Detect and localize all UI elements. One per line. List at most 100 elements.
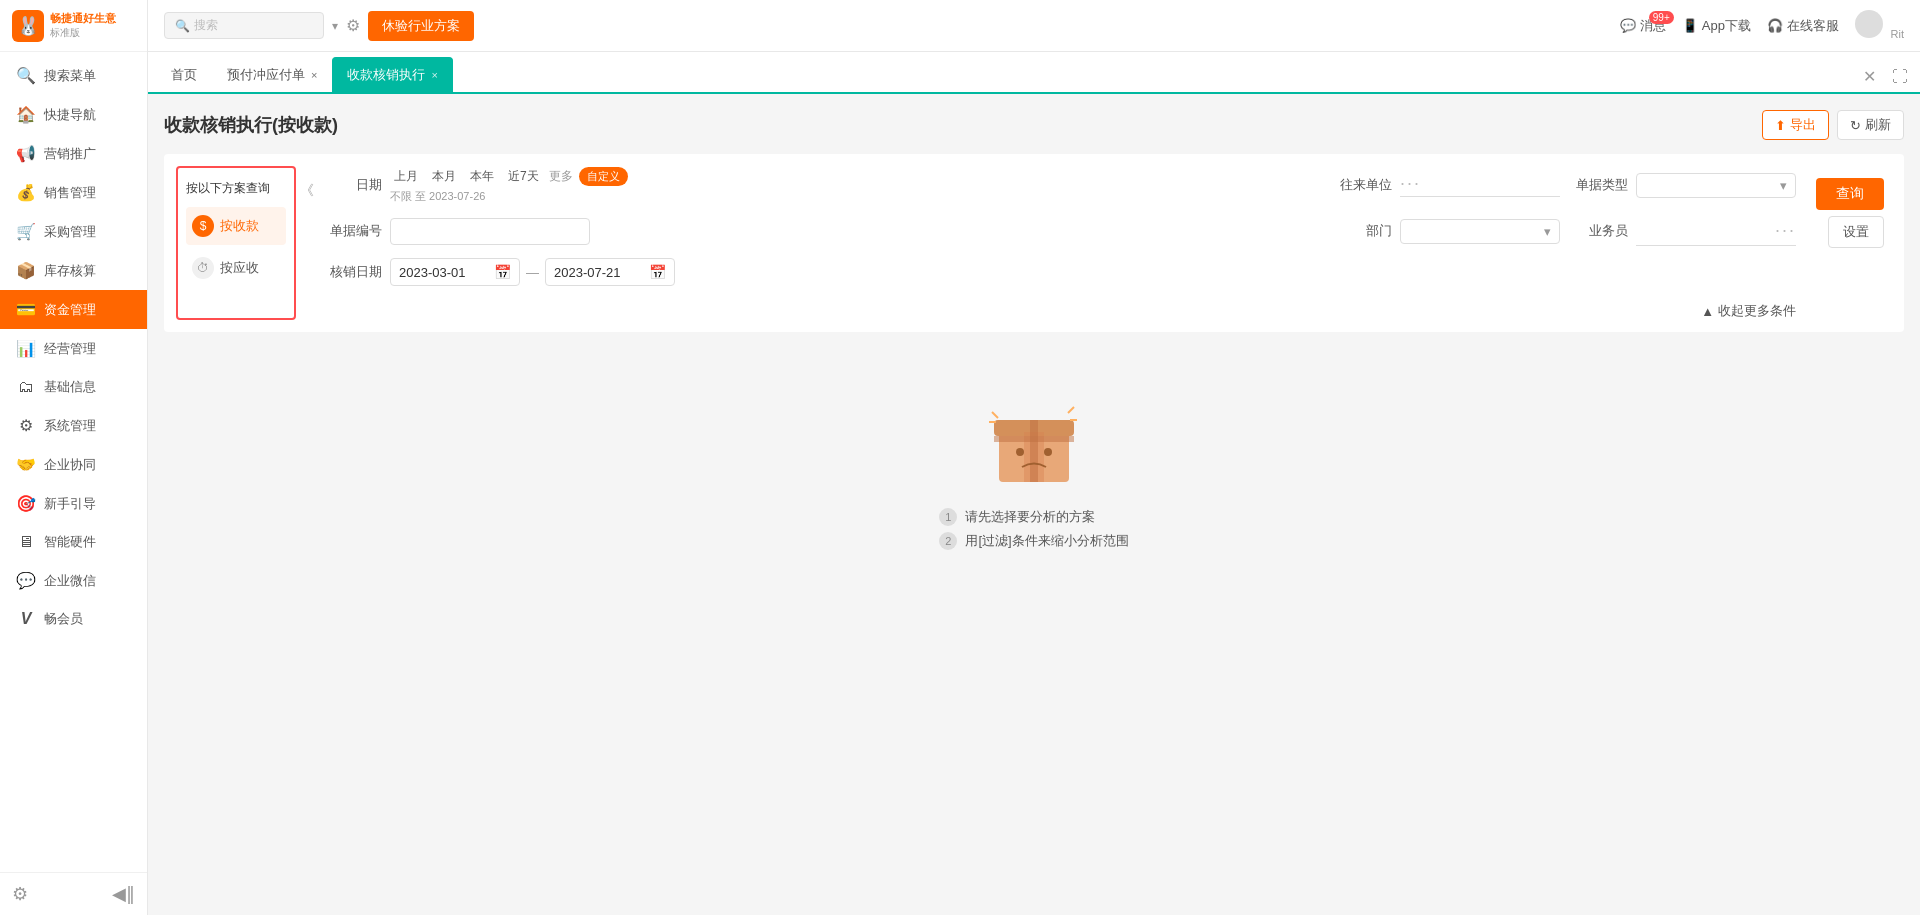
basic-icon: 🗂 xyxy=(16,378,36,396)
svg-point-6 xyxy=(1044,448,1052,456)
hardware-icon: 🖥 xyxy=(16,533,36,551)
receivable-option-icon: ⏱ xyxy=(192,257,214,279)
operations-icon: 📊 xyxy=(16,339,36,358)
filter-sidebar-title: 按以下方案查询 xyxy=(186,180,286,197)
writeoff-date-range: 2023-03-01 📅 — 2023-07-21 📅 xyxy=(390,258,675,286)
filter-row-3: 核销日期 2023-03-01 📅 — 2023-07-21 📅 xyxy=(330,258,1796,286)
dept-group: 部门 ▾ xyxy=(1340,219,1560,244)
settings-footer-icon[interactable]: ⚙ xyxy=(12,883,28,905)
start-cal-icon: 📅 xyxy=(494,264,511,280)
date-group: 日期 上月 本月 本年 近7天 更多 自定义 不限 至 xyxy=(330,166,628,204)
inventory-icon: 📦 xyxy=(16,261,36,280)
staff-dots[interactable]: ··· xyxy=(1775,220,1796,241)
writeoff-start-date[interactable]: 2023-03-01 📅 xyxy=(390,258,520,286)
tab-home[interactable]: 首页 xyxy=(156,57,212,92)
topbar-gear-icon[interactable]: ⚙ xyxy=(346,16,360,35)
collapse-sidebar-btn[interactable]: ◀‖ xyxy=(112,883,135,905)
tab-writeoff[interactable]: 收款核销执行 × xyxy=(332,57,452,92)
message-btn[interactable]: 💬 消息 99+ xyxy=(1620,17,1666,35)
filter-row-2: 单据编号 部门 ▾ xyxy=(330,216,1796,246)
sidebar-item-search[interactable]: 🔍 搜索菜单 xyxy=(0,56,147,95)
date-last-month[interactable]: 上月 xyxy=(390,166,422,187)
bill-no-input[interactable] xyxy=(390,218,590,245)
query-btn[interactable]: 查询 xyxy=(1816,178,1884,210)
date-more[interactable]: 更多 xyxy=(549,168,573,185)
refresh-icon: ↻ xyxy=(1850,118,1861,133)
partner-group: 往来单位 ··· xyxy=(1340,173,1560,197)
refresh-btn[interactable]: ↻ 刷新 xyxy=(1837,110,1904,140)
date-unlimited: 不限 至 2023-07-26 xyxy=(390,189,628,204)
member-icon: V xyxy=(16,610,36,628)
avatar xyxy=(1855,10,1883,38)
filter-option-receipt[interactable]: $ 按收款 xyxy=(186,207,286,245)
sidebar-item-wechat[interactable]: 💬 企业微信 xyxy=(0,561,147,600)
marketing-icon: 📢 xyxy=(16,144,36,163)
svg-line-7 xyxy=(992,412,998,418)
online-service-btn[interactable]: 🎧 在线客服 xyxy=(1767,17,1839,35)
bill-type-dropdown-icon: ▾ xyxy=(1780,178,1787,193)
sidebar-item-guide[interactable]: 🎯 新手引导 xyxy=(0,484,147,523)
sidebar-item-marketing[interactable]: 📢 营销推广 xyxy=(0,134,147,173)
topbar-right: 💬 消息 99+ 📱 App下载 🎧 在线客服 Rit xyxy=(1620,10,1904,41)
sidebar-item-system[interactable]: ⚙ 系统管理 xyxy=(0,406,147,445)
sidebar-item-quicknav[interactable]: 🏠 快捷导航 xyxy=(0,95,147,134)
topbar-dropdown-arrow[interactable]: ▾ xyxy=(332,19,338,33)
content-area: 收款核销执行(按收款) ⬆ 导出 ↻ 刷新 按以下方案查询 xyxy=(148,94,1920,915)
dept-select[interactable]: ▾ xyxy=(1400,219,1560,244)
bill-type-group: 单据类型 ▾ xyxy=(1576,173,1796,198)
tabs-bar: 首页 预付冲应付单 × 收款核销执行 × ✕ ⛶ xyxy=(148,52,1920,94)
message-icon: 💬 xyxy=(1620,18,1636,33)
tab-prepay[interactable]: 预付冲应付单 × xyxy=(212,57,332,92)
date-7days[interactable]: 近7天 xyxy=(504,166,543,187)
page-container: 收款核销执行(按收款) ⬆ 导出 ↻ 刷新 按以下方案查询 xyxy=(148,94,1920,606)
app-logo: 🐰 畅捷通好生意 标准版 xyxy=(0,0,147,52)
topbar-search-box[interactable]: 🔍 搜索 xyxy=(164,12,324,39)
sidebar: 🐰 畅捷通好生意 标准版 🔍 搜索菜单 🏠 快捷导航 📢 营销推广 💰 销售管理… xyxy=(0,0,148,915)
logo-text: 畅捷通好生意 标准版 xyxy=(50,11,116,40)
guide-icon: 🎯 xyxy=(16,494,36,513)
date-this-year[interactable]: 本年 xyxy=(466,166,498,187)
topbar: 🔍 搜索 ▾ ⚙ 休验行业方案 💬 消息 99+ 📱 App下载 🎧 在线客服 xyxy=(148,0,1920,52)
sidebar-item-hardware[interactable]: 🖥 智能硬件 xyxy=(0,523,147,561)
receipt-option-icon: $ xyxy=(192,215,214,237)
industry-solution-btn[interactable]: 休验行业方案 xyxy=(368,11,474,41)
bill-type-select[interactable]: ▾ xyxy=(1636,173,1796,198)
app-download-btn[interactable]: 📱 App下载 xyxy=(1682,17,1751,35)
sidebar-menu: 🔍 搜索菜单 🏠 快捷导航 📢 营销推广 💰 销售管理 🛒 采购管理 📦 库存核… xyxy=(0,52,147,872)
sidebar-item-corp[interactable]: 🤝 企业协同 xyxy=(0,445,147,484)
main-area: 🔍 搜索 ▾ ⚙ 休验行业方案 💬 消息 99+ 📱 App下载 🎧 在线客服 xyxy=(148,0,1920,915)
date-this-month[interactable]: 本月 xyxy=(428,166,460,187)
empty-hint-2: 2 用[过滤]条件来缩小分析范围 xyxy=(939,532,1128,550)
partner-dots[interactable]: ··· xyxy=(1400,173,1421,194)
tab-writeoff-close[interactable]: × xyxy=(431,69,437,81)
tab-close-all-btn[interactable]: ✕ xyxy=(1859,65,1880,88)
bill-no-group: 单据编号 xyxy=(330,218,590,245)
sidebar-item-member[interactable]: V 畅会员 xyxy=(0,600,147,638)
filter-option-receivable[interactable]: ⏱ 按应收 xyxy=(186,249,286,287)
system-icon: ⚙ xyxy=(16,416,36,435)
sidebar-item-basic[interactable]: 🗂 基础信息 xyxy=(0,368,147,406)
empty-svg xyxy=(984,392,1084,492)
filter-settings-btn[interactable]: 设置 xyxy=(1828,216,1884,248)
page-title-bar: 收款核销执行(按收款) ⬆ 导出 ↻ 刷新 xyxy=(164,110,1904,140)
sidebar-item-purchase[interactable]: 🛒 采购管理 xyxy=(0,212,147,251)
home-icon: 🏠 xyxy=(16,105,36,124)
export-btn[interactable]: ⬆ 导出 xyxy=(1762,110,1829,140)
tabs-controls: ✕ ⛶ xyxy=(1859,65,1912,92)
user-profile[interactable]: Rit xyxy=(1855,10,1904,41)
sidebar-item-inventory[interactable]: 📦 库存核算 xyxy=(0,251,147,290)
collapse-more-btn[interactable]: ▲ 收起更多条件 xyxy=(1701,302,1796,320)
sidebar-item-operations[interactable]: 📊 经营管理 xyxy=(0,329,147,368)
tab-expand-btn[interactable]: ⛶ xyxy=(1888,66,1912,88)
search-box-icon: 🔍 xyxy=(175,19,190,33)
date-custom[interactable]: 自定义 xyxy=(579,167,628,186)
sidebar-item-finance[interactable]: 💳 资金管理 xyxy=(0,290,147,329)
writeoff-date-group: 核销日期 2023-03-01 📅 — 2023-07-21 📅 xyxy=(330,258,675,286)
filter-sidebar: 按以下方案查询 $ 按收款 ⏱ 按应收 xyxy=(176,166,296,320)
filter-panel: 按以下方案查询 $ 按收款 ⏱ 按应收 《 xyxy=(164,154,1904,332)
writeoff-end-date[interactable]: 2023-07-21 📅 xyxy=(545,258,675,286)
tab-prepay-close[interactable]: × xyxy=(311,69,317,81)
sidebar-item-sales[interactable]: 💰 销售管理 xyxy=(0,173,147,212)
filter-collapse-btn[interactable]: 《 xyxy=(296,166,318,320)
export-icon: ⬆ xyxy=(1775,118,1786,133)
